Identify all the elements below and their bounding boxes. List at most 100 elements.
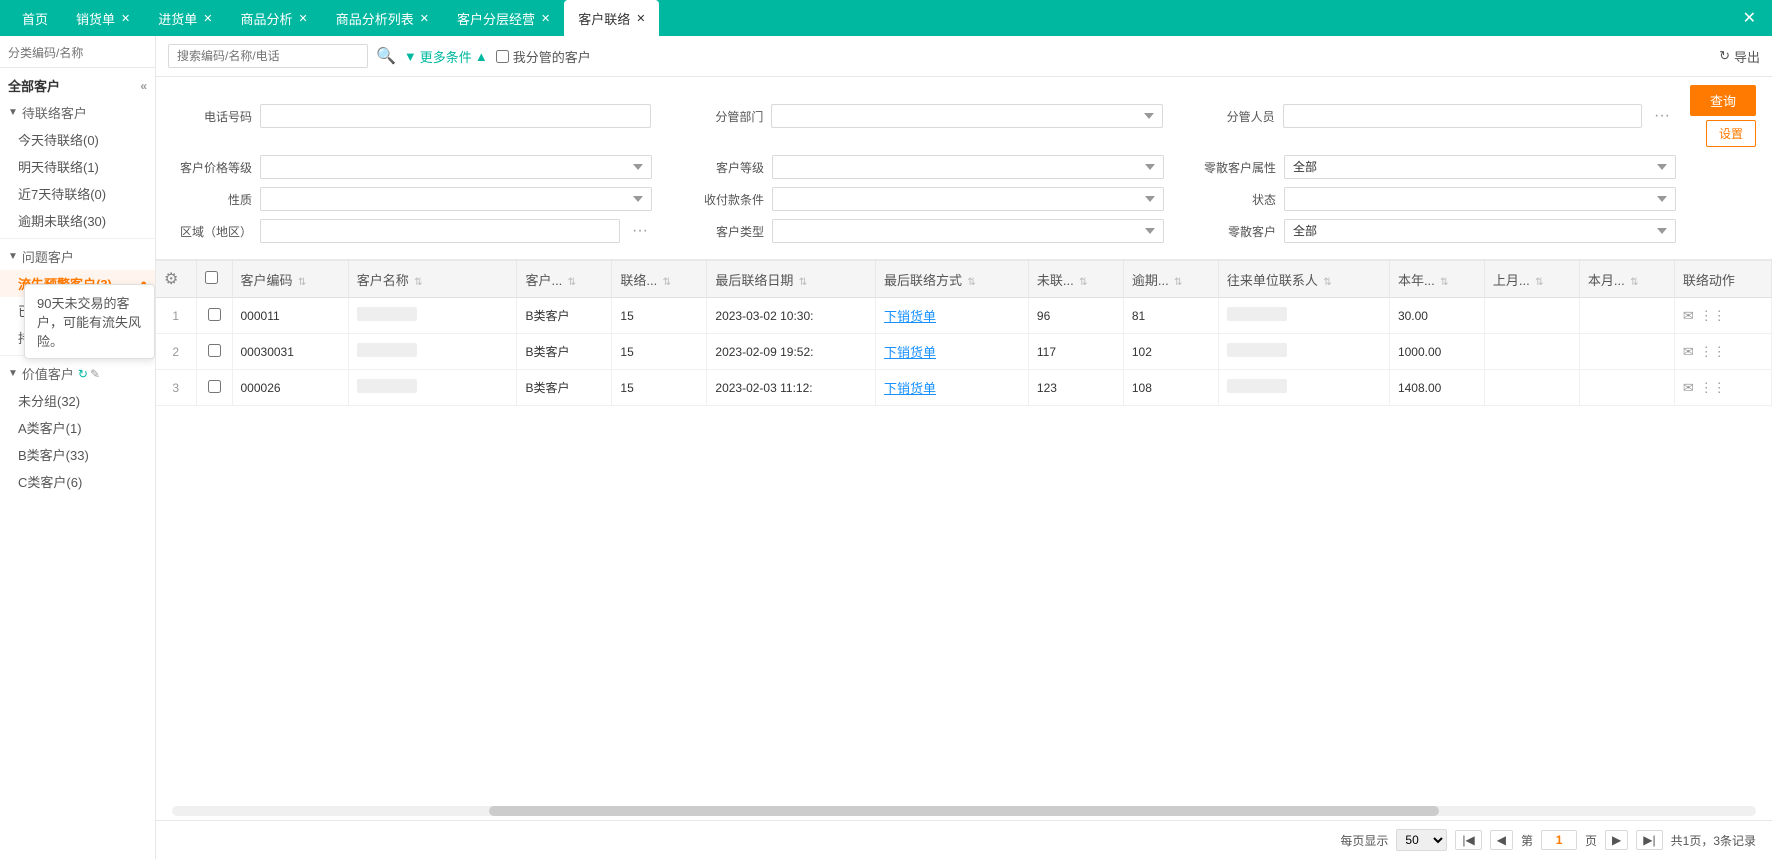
th-customer-type[interactable]: 客户... ⇅ — [517, 261, 612, 298]
action-more-icon[interactable]: ⋮⋮ — [1700, 308, 1726, 324]
sort-lastmonth-icon[interactable]: ⇅ — [1535, 277, 1543, 288]
my-customers-checkbox[interactable] — [496, 50, 509, 63]
td-action[interactable]: ✉ ⋮⋮ — [1674, 370, 1771, 406]
td-action[interactable]: ✉ ⋮⋮ — [1674, 298, 1771, 334]
tab-goods-list-close[interactable]: ✕ — [420, 12, 429, 25]
retail-attr-select[interactable]: 全部 — [1284, 155, 1676, 179]
th-last-contact-method[interactable]: 最后联络方式 ⇅ — [876, 261, 1029, 298]
table-settings-icon[interactable]: ⚙ — [164, 271, 178, 288]
tab-customer-contact[interactable]: 客户联络 ✕ — [564, 0, 659, 36]
th-settings[interactable]: ⚙ — [156, 261, 196, 298]
tab-sales[interactable]: 销货单 ✕ — [62, 0, 144, 36]
customer-type-select[interactable] — [772, 219, 1164, 243]
status-select[interactable] — [1284, 187, 1676, 211]
row-checkbox[interactable] — [208, 344, 221, 357]
group-pending-contact[interactable]: ▼ 待联络客户 — [0, 99, 155, 126]
tab-customer-contact-close[interactable]: ✕ — [636, 12, 645, 25]
sort-thismonth-icon[interactable]: ⇅ — [1630, 277, 1638, 288]
tab-goods-analysis[interactable]: 商品分析 ✕ — [226, 0, 321, 36]
sort-nocontact-icon[interactable]: ⇅ — [1079, 277, 1087, 288]
th-customer-name[interactable]: 客户名称 ⇅ — [348, 261, 517, 298]
person-input[interactable] — [1283, 104, 1642, 128]
action-more-icon[interactable]: ⋮⋮ — [1700, 344, 1726, 360]
td-last-contact-method[interactable]: 下销货单 — [876, 370, 1029, 406]
tab-home[interactable]: 首页 — [8, 0, 62, 36]
tab-sales-close[interactable]: ✕ — [121, 12, 130, 25]
sidebar-item-a-class[interactable]: A类客户(1) — [0, 414, 155, 441]
sort-method-icon[interactable]: ⇅ — [967, 277, 975, 288]
tab-goods-analysis-close[interactable]: ✕ — [299, 12, 308, 25]
query-button[interactable]: 查询 — [1690, 85, 1756, 116]
phone-input[interactable] — [260, 104, 651, 128]
th-last-month[interactable]: 上月... ⇅ — [1484, 261, 1579, 298]
th-checkbox[interactable] — [196, 261, 232, 298]
td-checkbox[interactable] — [196, 298, 232, 334]
region-more-icon[interactable]: ··· — [628, 222, 652, 240]
td-last-contact-method[interactable]: 下销货单 — [876, 334, 1029, 370]
tab-purchase-close[interactable]: ✕ — [203, 12, 212, 25]
window-close-button[interactable]: ✕ — [1735, 8, 1764, 28]
nature-select[interactable] — [260, 187, 652, 211]
all-customers-header[interactable]: 全部客户 « — [0, 68, 155, 99]
region-input[interactable] — [260, 219, 620, 243]
select-all-checkbox[interactable] — [205, 271, 218, 284]
td-checkbox[interactable] — [196, 370, 232, 406]
th-this-month[interactable]: 本月... ⇅ — [1579, 261, 1674, 298]
payment-select[interactable] — [772, 187, 1164, 211]
tab-goods-list[interactable]: 商品分析列表 ✕ — [322, 0, 443, 36]
prev-page-button[interactable]: ◀ — [1490, 830, 1513, 850]
value-refresh-icon[interactable]: ↻ — [78, 367, 88, 381]
action-more-icon[interactable]: ⋮⋮ — [1700, 380, 1726, 396]
filter-more-conditions-button[interactable]: ▼ 更多条件 ▲ — [404, 47, 488, 66]
group-problem-customer[interactable]: ▼ 问题客户 — [0, 243, 155, 270]
tab-purchase[interactable]: 进货单 ✕ — [144, 0, 226, 36]
person-more-icon[interactable]: ··· — [1650, 107, 1674, 125]
price-grade-select[interactable] — [260, 155, 652, 179]
sort-type-icon[interactable]: ⇅ — [568, 277, 576, 288]
retail-customer-select[interactable]: 全部 — [1284, 219, 1676, 243]
sort-name-icon[interactable]: ⇅ — [414, 277, 422, 288]
td-checkbox[interactable] — [196, 334, 232, 370]
sidebar-item-today-contact[interactable]: 今天待联络(0) — [0, 126, 155, 153]
sort-contact-icon[interactable]: ⇅ — [663, 277, 671, 288]
page-size-select[interactable]: 50 100 200 — [1396, 829, 1447, 851]
th-overdue-days[interactable]: 逾期... ⇅ — [1123, 261, 1218, 298]
td-action[interactable]: ✉ ⋮⋮ — [1674, 334, 1771, 370]
th-last-contact-date[interactable]: 最后联络日期 ⇅ — [707, 261, 876, 298]
contact-method-link[interactable]: 下销货单 — [884, 345, 936, 360]
td-last-contact-method[interactable]: 下销货单 — [876, 298, 1029, 334]
filter-search-button[interactable]: 🔍 — [376, 46, 396, 66]
sort-date-icon[interactable]: ⇅ — [799, 277, 807, 288]
current-page-input[interactable]: 1 — [1541, 830, 1577, 850]
sidebar-item-c-class[interactable]: C类客户(6) — [0, 468, 155, 495]
export-button[interactable]: ↻ 导出 — [1719, 47, 1760, 66]
sort-person-icon[interactable]: ⇅ — [1323, 277, 1331, 288]
sort-thisyear-icon[interactable]: ⇅ — [1440, 277, 1448, 288]
th-contact-person[interactable]: 往来单位联系人 ⇅ — [1218, 261, 1389, 298]
contact-method-link[interactable]: 下销货单 — [884, 381, 936, 396]
action-message-icon[interactable]: ✉ — [1683, 308, 1694, 324]
next-page-button[interactable]: ▶ — [1605, 830, 1628, 850]
tab-customer-tier[interactable]: 客户分层经营 ✕ — [443, 0, 564, 36]
sidebar-item-b-class[interactable]: B类客户(33) — [0, 441, 155, 468]
sidebar-search-input[interactable] — [8, 46, 156, 60]
sidebar-item-ungrouped[interactable]: 未分组(32) — [0, 387, 155, 414]
th-contact-count[interactable]: 联络... ⇅ — [612, 261, 707, 298]
sidebar-item-overdue-contact[interactable]: 逾期未联络(30) — [0, 207, 155, 234]
sidebar-collapse-btn[interactable]: « — [140, 79, 147, 93]
scroll-thumb[interactable] — [489, 806, 1439, 816]
last-page-button[interactable]: ▶| — [1636, 830, 1662, 850]
customer-grade-select[interactable] — [772, 155, 1164, 179]
first-page-button[interactable]: |◀ — [1455, 830, 1481, 850]
contact-method-link[interactable]: 下销货单 — [884, 309, 936, 324]
dept-select[interactable] — [771, 104, 1162, 128]
sidebar-item-week-contact[interactable]: 近7天待联络(0) — [0, 180, 155, 207]
th-no-contact-days[interactable]: 未联... ⇅ — [1028, 261, 1123, 298]
settings-button[interactable]: 设置 — [1706, 120, 1756, 147]
value-edit-icon[interactable]: ✎ — [90, 367, 100, 381]
row-checkbox[interactable] — [208, 308, 221, 321]
tab-customer-tier-close[interactable]: ✕ — [541, 12, 550, 25]
th-customer-code[interactable]: 客户编码 ⇅ — [232, 261, 348, 298]
th-this-year[interactable]: 本年... ⇅ — [1389, 261, 1484, 298]
action-message-icon[interactable]: ✉ — [1683, 344, 1694, 360]
